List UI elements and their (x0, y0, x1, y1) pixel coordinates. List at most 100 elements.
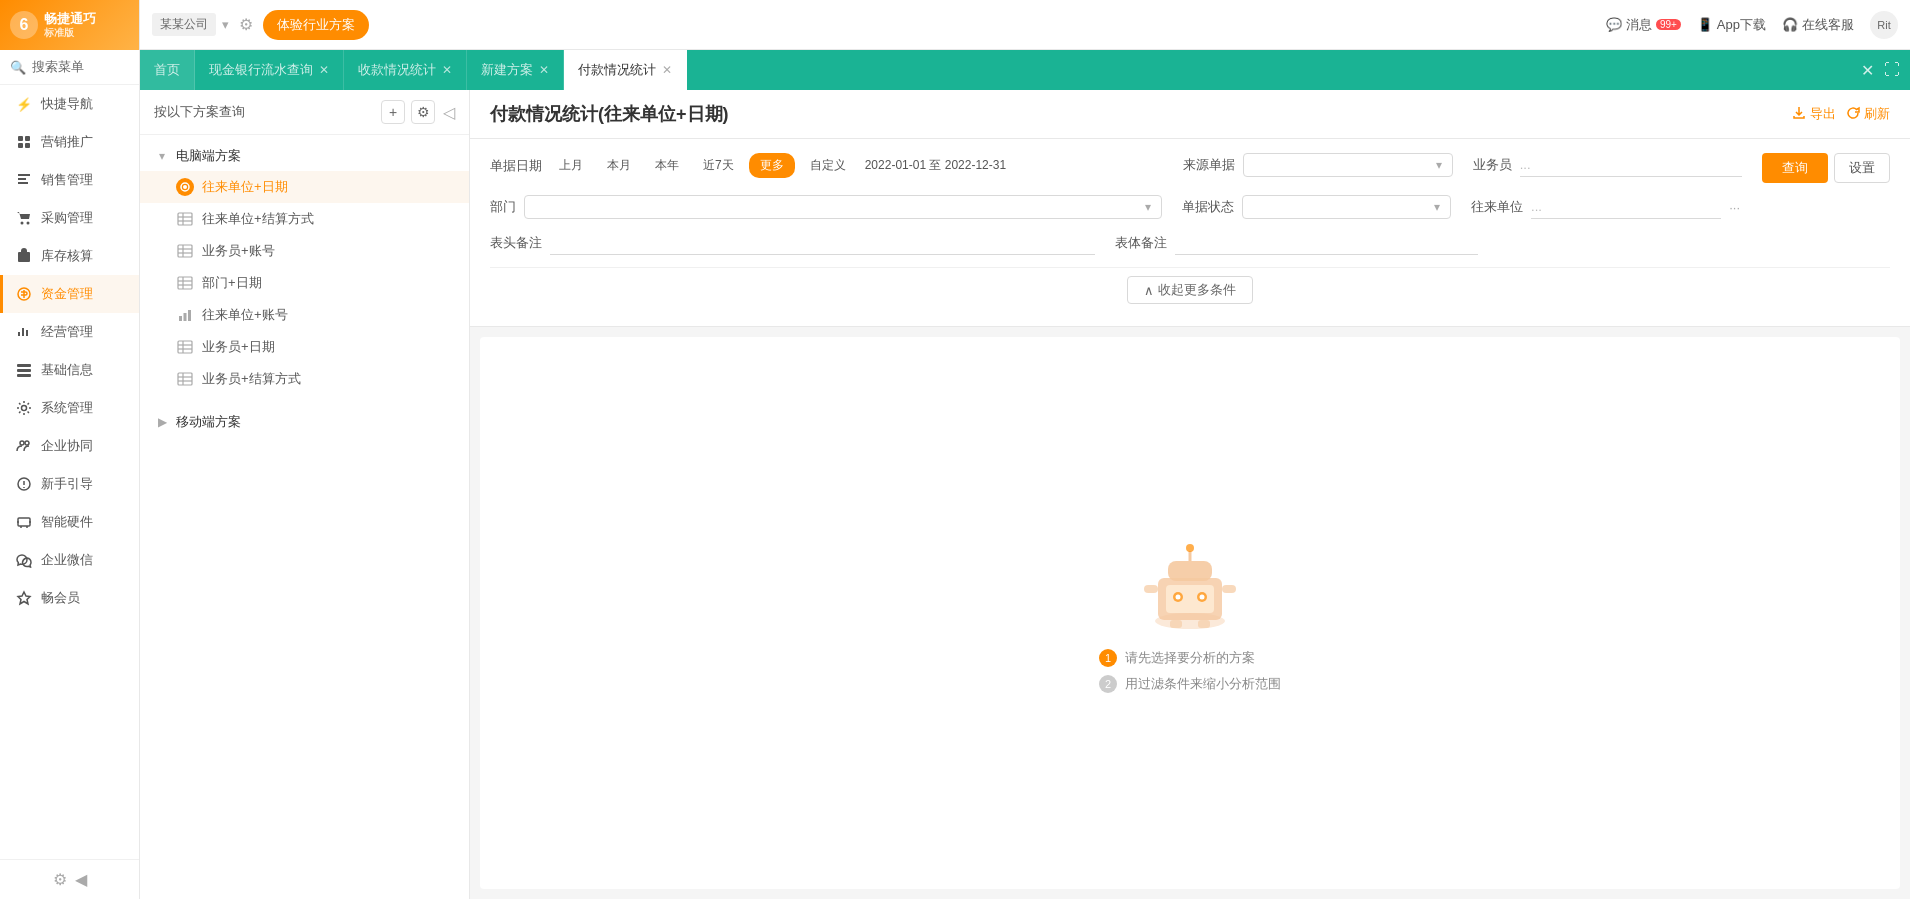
company-chevron-icon: ▾ (222, 17, 229, 32)
svg-rect-44 (1166, 585, 1214, 613)
collapse-more-btn[interactable]: ∧ 收起更多条件 (1127, 276, 1253, 304)
header-note-input[interactable] (550, 231, 1095, 255)
sidebar-item-system[interactable]: 系统管理 (0, 389, 139, 427)
tab-bank-flow[interactable]: 现金银行流水查询 ✕ (195, 50, 344, 90)
dept-select[interactable]: ▾ (524, 195, 1162, 219)
sidebar-item-marketing[interactable]: 营销推广 (0, 123, 139, 161)
tab-collection-stats[interactable]: 收款情况统计 ✕ (344, 50, 467, 90)
sidebar-item-purchase[interactable]: 采购管理 (0, 199, 139, 237)
svg-point-18 (183, 185, 187, 189)
svg-point-51 (1186, 544, 1194, 552)
svg-rect-1 (25, 136, 30, 141)
refresh-btn[interactable]: 刷新 (1846, 105, 1890, 123)
header-note-label: 表头备注 (490, 234, 542, 252)
page-title: 付款情况统计(往来单位+日期) (490, 102, 1792, 126)
date-options: 上月 本月 本年 近7天 更多 自定义 2022-01-01 至 2022-12… (550, 153, 1006, 178)
sidebar-item-wechat[interactable]: 企业微信 (0, 541, 139, 579)
app-logo: 6 (10, 11, 38, 39)
staff-input[interactable]: ... (1520, 153, 1742, 177)
date-last-month[interactable]: 上月 (550, 153, 592, 178)
tab-close-all-icon[interactable]: ✕ (1861, 61, 1874, 80)
scheme-item-staff-account[interactable]: 业务员+账号 (140, 235, 469, 267)
body-note-input[interactable] (1175, 231, 1478, 255)
date-last-7[interactable]: 近7天 (694, 153, 743, 178)
svg-rect-31 (179, 316, 182, 321)
settings-icon[interactable]: ⚙ (239, 15, 253, 34)
scheme-settings-btn[interactable]: ⚙ (411, 100, 435, 124)
export-btn[interactable]: 导出 (1792, 105, 1836, 123)
sidebar-item-inventory[interactable]: 库存核算 (0, 237, 139, 275)
filter-row-1: 单据日期 上月 本月 本年 近7天 更多 自定义 2022-01-01 至 20… (490, 153, 1890, 183)
sidebar-item-guide[interactable]: 新手引导 (0, 465, 139, 503)
right-content: 付款情况统计(往来单位+日期) 导出 (470, 90, 1910, 899)
robot-svg (1130, 533, 1250, 633)
app-download-action[interactable]: 📱 App下载 (1697, 16, 1766, 34)
svg-rect-55 (1198, 620, 1210, 628)
sidebar-item-sales[interactable]: 销售管理 (0, 161, 139, 199)
tab-close-new-scheme[interactable]: ✕ (539, 64, 549, 76)
svg-rect-27 (178, 277, 192, 289)
scheme-item-staff-date[interactable]: 业务员+日期 (140, 331, 469, 363)
avatar[interactable]: Rit (1870, 11, 1898, 39)
tab-close-bank-flow[interactable]: ✕ (319, 64, 329, 76)
sidebar-item-enterprise[interactable]: 企业协同 (0, 427, 139, 465)
content-area: 按以下方案查询 + ⚙ ◁ ▾ 电脑端方案 (140, 90, 1910, 899)
sidebar-settings-icon[interactable]: ⚙ (53, 870, 67, 889)
settings-display-btn[interactable]: 设置 (1834, 153, 1890, 183)
svg-point-48 (1200, 595, 1205, 600)
body-note-label: 表体备注 (1115, 234, 1167, 252)
sidebar-item-member[interactable]: 畅会员 (0, 579, 139, 617)
empty-step-1: 1 请先选择要分析的方案 (1099, 649, 1281, 667)
tab-new-scheme[interactable]: 新建方案 ✕ (467, 50, 564, 90)
panel-collapse-btn[interactable]: ◁ (443, 103, 455, 122)
scheme-item-staff-settlement[interactable]: 业务员+结算方式 (140, 363, 469, 395)
doc-status-select[interactable]: ▾ (1242, 195, 1451, 219)
scheme-item-dept-date[interactable]: 部门+日期 (140, 267, 469, 299)
scheme-item-unit-date[interactable]: 往来单位+日期 (140, 171, 469, 203)
sidebar-item-quick-nav[interactable]: ⚡ 快捷导航 (0, 85, 139, 123)
chevron-down-icon: ▾ (154, 148, 170, 164)
tab-close-collection-stats[interactable]: ✕ (442, 64, 452, 76)
svg-rect-54 (1170, 620, 1182, 628)
trial-btn[interactable]: 体验行业方案 (263, 10, 369, 40)
table-icon-5 (176, 370, 194, 388)
date-custom[interactable]: 自定义 (801, 153, 855, 178)
desktop-group-header[interactable]: ▾ 电脑端方案 (140, 141, 469, 171)
unit-more-icon[interactable]: ··· (1729, 200, 1740, 215)
nav-icon-enterprise (15, 437, 33, 455)
date-more[interactable]: 更多 (749, 153, 795, 178)
message-action[interactable]: 💬 消息 99+ (1606, 16, 1681, 34)
online-service-action[interactable]: 🎧 在线客服 (1782, 16, 1854, 34)
add-scheme-btn[interactable]: + (381, 100, 405, 124)
company-selector[interactable]: 某某公司 ▾ (152, 13, 229, 36)
unit-input[interactable]: ... (1531, 195, 1721, 219)
sidebar-footer: ⚙ ◀ (0, 859, 139, 899)
sidebar-item-hardware[interactable]: 智能硬件 (0, 503, 139, 541)
sidebar-collapse-icon[interactable]: ◀ (75, 870, 87, 889)
scheme-item-unit-account[interactable]: 往来单位+账号 (140, 299, 469, 331)
date-this-year[interactable]: 本年 (646, 153, 688, 178)
sidebar-item-funds[interactable]: 资金管理 (0, 275, 139, 313)
tabbar: 首页 现金银行流水查询 ✕ 收款情况统计 ✕ 新建方案 ✕ 付款情况统计 ✕ ✕… (140, 50, 1910, 90)
scheme-item-unit-settlement[interactable]: 往来单位+结算方式 (140, 203, 469, 235)
chevron-right-icon: ▶ (154, 414, 170, 430)
table-icon-2 (176, 242, 194, 260)
svg-rect-23 (178, 245, 192, 257)
mobile-group-header[interactable]: ▶ 移动端方案 (140, 407, 469, 437)
nav-icon-purchase (15, 209, 33, 227)
date-this-month[interactable]: 本月 (598, 153, 640, 178)
nav-icon-quick: ⚡ (15, 95, 33, 113)
tab-close-payment-stats[interactable]: ✕ (662, 64, 672, 76)
sidebar-item-operation[interactable]: 经营管理 (0, 313, 139, 351)
source-doc-select[interactable]: ▾ (1243, 153, 1452, 177)
doc-status-filter: 单据状态 ▾ (1182, 195, 1451, 219)
svg-rect-52 (1144, 585, 1158, 593)
tab-home[interactable]: 首页 (140, 50, 195, 90)
query-btn[interactable]: 查询 (1762, 153, 1828, 183)
search-menu[interactable]: 🔍 搜索菜单 (0, 50, 139, 85)
nav-icon-operation (15, 323, 33, 341)
sidebar-item-basic[interactable]: 基础信息 (0, 351, 139, 389)
tab-payment-stats[interactable]: 付款情况统计 ✕ (564, 50, 687, 90)
tab-expand-icon[interactable]: ⛶ (1884, 61, 1900, 79)
svg-rect-34 (178, 341, 192, 353)
